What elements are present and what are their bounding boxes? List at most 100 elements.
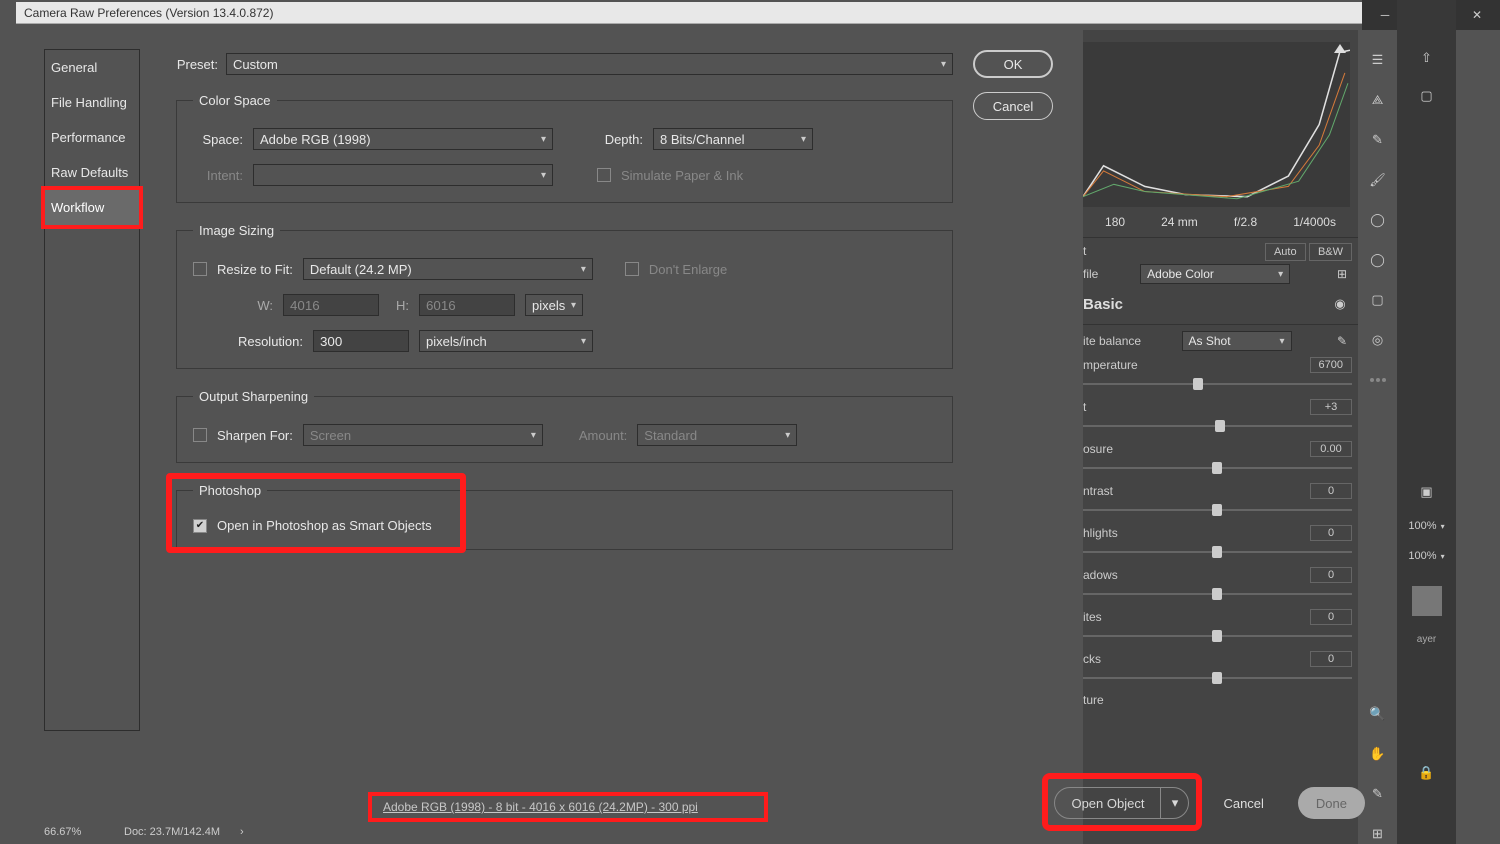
cancel-button[interactable]: Cancel (973, 92, 1053, 120)
more-icon[interactable] (1368, 370, 1388, 390)
swatch[interactable] (1412, 586, 1442, 616)
heal-icon[interactable]: ✎ (1368, 130, 1388, 150)
photoshop-legend: Photoshop (193, 483, 267, 498)
target-icon[interactable]: ◎ (1368, 330, 1388, 350)
chevron-down-icon: ▾ (581, 264, 586, 275)
tab-file-handling[interactable]: File Handling (45, 85, 139, 120)
window-icon[interactable]: ▢ (1417, 86, 1437, 106)
preset-label: Preset: (176, 57, 218, 72)
redeye-icon[interactable]: ◯ (1368, 210, 1388, 230)
resize-to-fit-select[interactable]: Default (24.2 MP) ▾ (303, 258, 593, 280)
whites-slider[interactable] (1083, 625, 1358, 645)
bottom-cancel-button[interactable]: Cancel (1205, 787, 1281, 819)
image-sizing-legend: Image Sizing (193, 223, 280, 238)
brush-icon[interactable]: 🖌 (1368, 170, 1388, 190)
tint-slider[interactable] (1083, 415, 1358, 435)
tab-workflow[interactable]: Workflow (45, 190, 139, 225)
whites-value[interactable]: 0 (1310, 609, 1352, 625)
simulate-paper-ink-checkbox (597, 168, 611, 182)
height-input (419, 294, 515, 316)
preferences-dialog: General File Handling Performance Raw De… (16, 25, 1083, 815)
shadows-value[interactable]: 0 (1310, 567, 1352, 583)
ok-button[interactable]: OK (973, 50, 1053, 78)
exposure-slider[interactable] (1083, 457, 1358, 477)
open-as-smart-objects-checkbox[interactable]: ✔ (193, 519, 207, 533)
intent-label: Intent: (193, 168, 243, 183)
highlights-slider[interactable] (1083, 541, 1358, 561)
size-unit-select[interactable]: pixels ▾ (525, 294, 583, 316)
simulate-paper-ink-label: Simulate Paper & Ink (621, 168, 743, 183)
close-button[interactable]: ✕ (1454, 0, 1500, 30)
share-icon[interactable]: ⇧ (1417, 48, 1437, 68)
intent-select: ▾ (253, 164, 553, 186)
workflow-form: Preset: Custom ▾ Color Space Space: Adob… (176, 53, 953, 570)
color-space-legend: Color Space (193, 93, 277, 108)
highlights-value[interactable]: 0 (1310, 525, 1352, 541)
tint-value[interactable]: +3 (1310, 399, 1352, 415)
eye-icon[interactable]: ◉ (1330, 294, 1350, 314)
contrast-value[interactable]: 0 (1310, 483, 1352, 499)
blacks-slider[interactable] (1083, 667, 1358, 687)
resolution-unit-select[interactable]: pixels/inch ▾ (419, 330, 593, 352)
sharpen-for-checkbox[interactable] (193, 428, 207, 442)
whites-label: ites (1083, 610, 1102, 624)
tab-performance[interactable]: Performance (45, 120, 139, 155)
temperature-slider[interactable] (1083, 373, 1358, 393)
tools-column: ☰ ⟁ ✎ 🖌 ◯ ◯ ▢ ◎ 🔍 ✋ ✎ ⊞ (1360, 30, 1395, 844)
width-label: W: (193, 298, 273, 313)
exposure-label: osure (1083, 442, 1113, 456)
crop-icon[interactable]: ⟁ (1368, 90, 1388, 110)
profile-label: file (1083, 267, 1098, 281)
preferences-tabs: General File Handling Performance Raw De… (44, 49, 140, 731)
chevron-down-icon: ▾ (581, 336, 586, 347)
space-select[interactable]: Adobe RGB (1998) ▾ (253, 128, 553, 150)
profile-select[interactable]: Adobe Color ▾ (1140, 264, 1290, 284)
hand-icon[interactable]: ✋ (1368, 744, 1388, 764)
auto-button[interactable]: Auto (1265, 243, 1306, 261)
resize-to-fit-checkbox[interactable] (193, 262, 207, 276)
white-balance-select[interactable]: As Shot ▾ (1182, 331, 1292, 351)
basic-panel-title[interactable]: Basic (1083, 296, 1123, 313)
meta-iso: 180 (1105, 215, 1125, 229)
zoom-percentage[interactable]: 66.67% (44, 826, 81, 838)
opacity-b[interactable]: 100% ▾ (1408, 550, 1444, 562)
eyedropper-icon[interactable]: ✎ (1332, 331, 1352, 351)
temperature-value[interactable]: 6700 (1310, 357, 1352, 373)
preset-select[interactable]: Custom ▾ (226, 53, 953, 75)
chevron-down-icon: ▾ (541, 170, 546, 181)
bottom-action-buttons: Open Object ▾ Cancel Done (1054, 787, 1365, 819)
exposure-value[interactable]: 0.00 (1310, 441, 1352, 457)
chevron-down-icon: ▾ (785, 430, 790, 441)
zoom-icon[interactable]: 🔍 (1368, 704, 1388, 724)
contrast-slider[interactable] (1083, 499, 1358, 519)
bottom-bar: Adobe RGB (1998) - 8 bit - 4016 x 6016 (… (16, 789, 1500, 844)
document-info: Doc: 23.7M/142.4M› (124, 826, 244, 838)
done-button[interactable]: Done (1298, 787, 1365, 819)
lock-icon[interactable]: 🔒 (1417, 763, 1437, 783)
tab-raw-defaults[interactable]: Raw Defaults (45, 155, 139, 190)
blacks-value[interactable]: 0 (1310, 651, 1352, 667)
highlight-open-object (1042, 773, 1202, 831)
circle-icon[interactable]: ◯ (1368, 250, 1388, 270)
tint-label: t (1083, 400, 1086, 414)
sliders-icon[interactable]: ☰ (1368, 50, 1388, 70)
mask-icon[interactable]: ▢ (1368, 290, 1388, 310)
dialog-action-buttons: OK Cancel (973, 50, 1053, 120)
bw-button[interactable]: B&W (1309, 243, 1352, 261)
clip-warning-icon[interactable] (1334, 44, 1346, 53)
dialog-titlebar: Camera Raw Preferences (Version 13.4.0.8… (16, 2, 1500, 24)
depth-select[interactable]: 8 Bits/Channel ▾ (653, 128, 813, 150)
resolution-label: Resolution: (193, 334, 303, 349)
depth-label: Depth: (583, 132, 643, 147)
shadows-slider[interactable] (1083, 583, 1358, 603)
temperature-label: mperature (1083, 358, 1138, 372)
resolution-input[interactable] (313, 330, 409, 352)
opacity-a[interactable]: 100% ▾ (1408, 520, 1444, 532)
resize-to-fit-label: Resize to Fit: (217, 262, 293, 277)
layers-icon[interactable]: ▣ (1417, 482, 1437, 502)
image-info-link[interactable]: Adobe RGB (1998) - 8 bit - 4016 x 6016 (… (371, 798, 710, 816)
image-sizing-group: Image Sizing Resize to Fit: Default (24.… (176, 223, 953, 369)
tab-general[interactable]: General (45, 50, 139, 85)
amount-label: Amount: (579, 428, 627, 443)
grid-icon[interactable]: ⊞ (1332, 264, 1352, 284)
